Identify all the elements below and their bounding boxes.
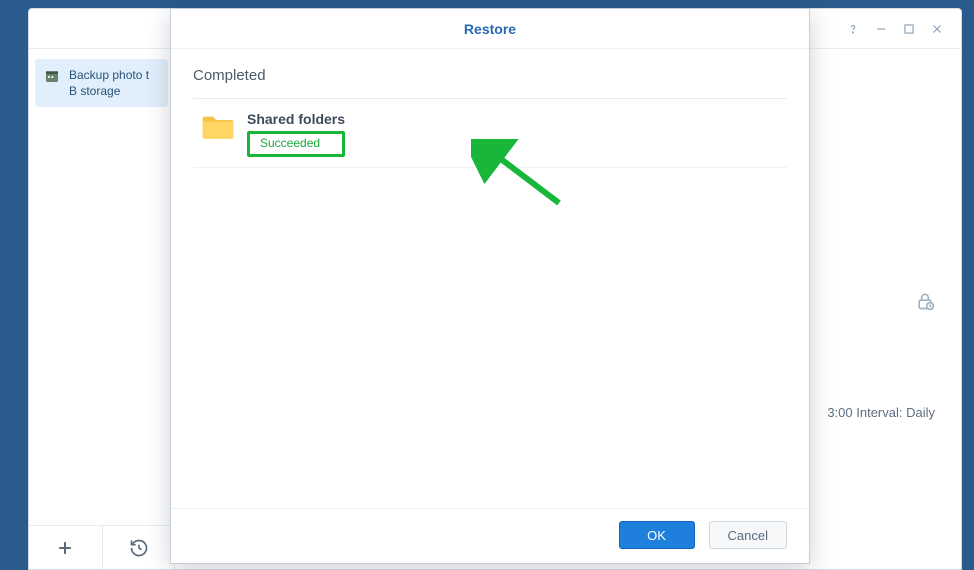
restore-dialog: Restore Completed Shared folders Succeed…	[170, 8, 810, 564]
maximize-icon[interactable]	[895, 15, 923, 43]
dialog-subtitle: Completed	[193, 67, 787, 84]
cancel-button[interactable]: Cancel	[709, 521, 787, 549]
dialog-footer: OK Cancel	[171, 508, 809, 563]
help-icon[interactable]	[839, 15, 867, 43]
history-button[interactable]	[102, 526, 176, 569]
task-sidebar: Backup photo t B storage	[29, 49, 175, 569]
add-button[interactable]	[29, 526, 102, 569]
calendar-icon	[43, 67, 61, 85]
close-icon[interactable]	[923, 15, 951, 43]
task-label: Backup photo t B storage	[69, 67, 149, 99]
divider	[193, 98, 787, 99]
minimize-icon[interactable]	[867, 15, 895, 43]
folder-icon	[201, 111, 235, 141]
ok-button[interactable]: OK	[619, 521, 695, 549]
restore-result-row: Shared folders Succeeded	[193, 109, 787, 168]
task-item[interactable]: Backup photo t B storage	[35, 59, 168, 107]
lock-icon[interactable]	[915, 291, 935, 316]
schedule-text: 3:00 Interval: Daily	[827, 405, 935, 420]
dialog-body: Completed Shared folders Succeeded	[171, 49, 809, 168]
status-badge: Succeeded	[247, 131, 345, 157]
restore-item-name: Shared folders	[247, 111, 345, 127]
sidebar-bottom-toolbar	[29, 525, 175, 569]
dialog-title: Restore	[171, 9, 809, 49]
